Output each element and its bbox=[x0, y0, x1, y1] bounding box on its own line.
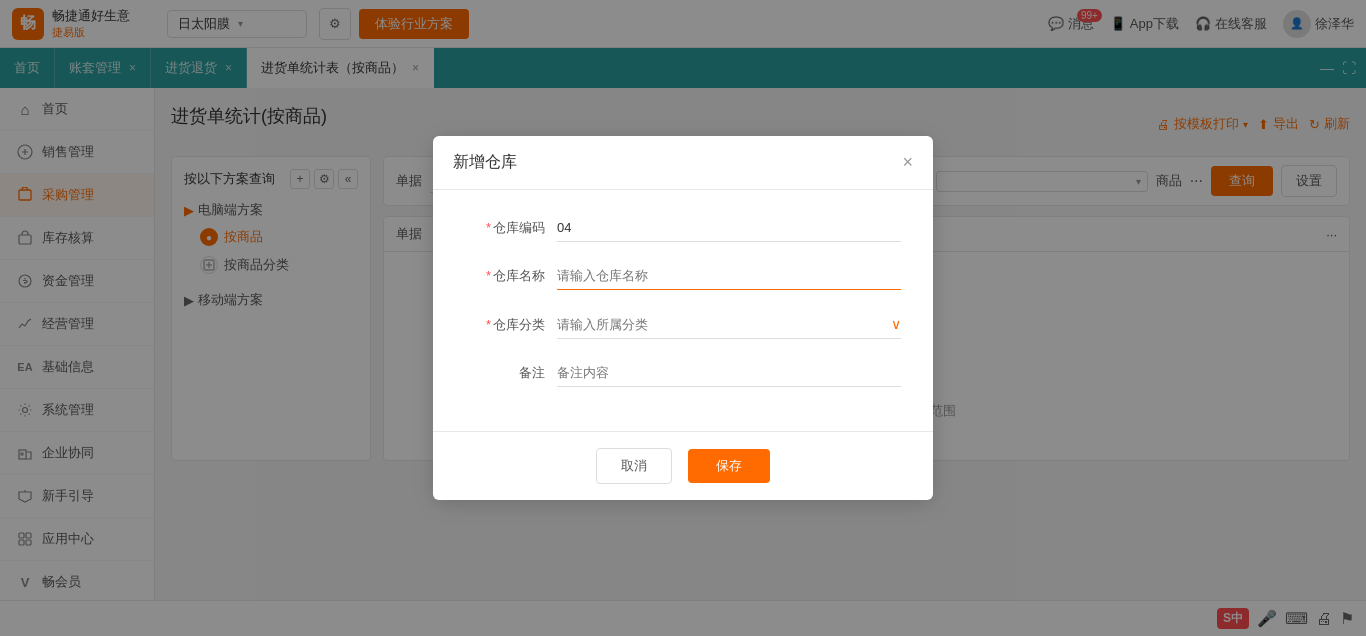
modal-title: 新增仓库 bbox=[453, 152, 517, 173]
form-row-category: 仓库分类 ∨ bbox=[465, 310, 901, 339]
modal-close-button[interactable]: × bbox=[902, 152, 913, 173]
field-name-label: 仓库名称 bbox=[465, 267, 545, 285]
modal-footer: 取消 保存 bbox=[433, 431, 933, 500]
cancel-button[interactable]: 取消 bbox=[596, 448, 672, 484]
modal-body: 仓库编码 仓库名称 仓库分类 ∨ 备注 bbox=[433, 190, 933, 431]
modal-header: 新增仓库 × bbox=[433, 136, 933, 190]
warehouse-name-input[interactable] bbox=[557, 262, 901, 290]
warehouse-code-input[interactable] bbox=[557, 214, 901, 242]
save-button[interactable]: 保存 bbox=[688, 449, 770, 483]
form-row-remark: 备注 bbox=[465, 359, 901, 387]
field-code-label: 仓库编码 bbox=[465, 219, 545, 237]
warehouse-category-select[interactable]: ∨ bbox=[557, 310, 901, 339]
form-row-name: 仓库名称 bbox=[465, 262, 901, 290]
field-category-label: 仓库分类 bbox=[465, 316, 545, 334]
form-row-code: 仓库编码 bbox=[465, 214, 901, 242]
modal-overlay[interactable]: 新增仓库 × 仓库编码 仓库名称 仓库分类 ∨ bbox=[0, 0, 1366, 636]
modal-add-warehouse: 新增仓库 × 仓库编码 仓库名称 仓库分类 ∨ bbox=[433, 136, 933, 500]
category-input[interactable] bbox=[557, 317, 887, 332]
field-remark-label: 备注 bbox=[465, 364, 545, 382]
chevron-down-icon: ∨ bbox=[891, 316, 901, 332]
warehouse-remark-input[interactable] bbox=[557, 359, 901, 387]
